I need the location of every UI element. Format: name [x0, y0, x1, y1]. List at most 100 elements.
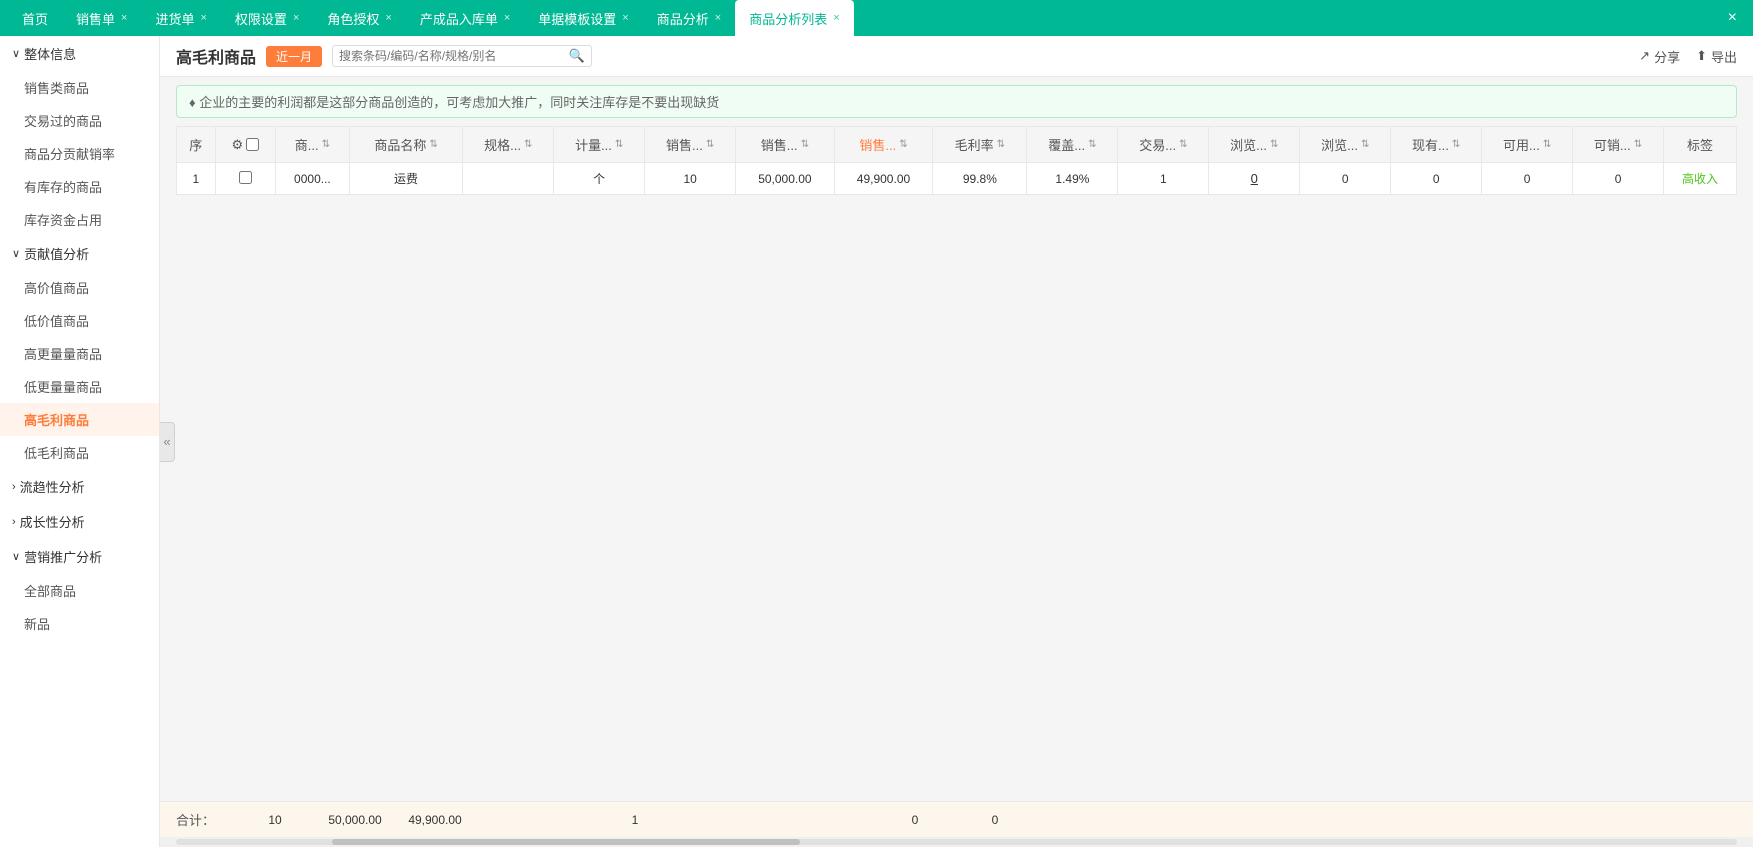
sidebar-item-all-goods[interactable]: 全部商品: [0, 574, 159, 607]
col-sale-qty[interactable]: 销售... ⇅: [645, 127, 736, 163]
sidebar-section-overall[interactable]: ∨ 整体信息: [0, 36, 159, 71]
tab-analysis[interactable]: 商品分析 ×: [643, 0, 735, 36]
col-trade-days[interactable]: 交易... ⇅: [1118, 127, 1209, 163]
sort-icon-spec: ⇅: [524, 139, 532, 150]
tab-product-in-close[interactable]: ×: [504, 12, 510, 24]
col-unit-label: 计量...: [575, 135, 612, 154]
sidebar-item-in-stock[interactable]: 有库存的商品: [0, 170, 159, 203]
export-label: 导出: [1711, 47, 1737, 66]
share-label: 分享: [1654, 47, 1680, 66]
col-sale-amt[interactable]: 销售... ⇅: [736, 127, 835, 163]
search-box: 🔍: [332, 45, 592, 67]
share-button[interactable]: ↗ 分享: [1639, 47, 1680, 66]
sidebar-item-low-freq[interactable]: 低更量量商品: [0, 370, 159, 403]
col-browse1[interactable]: 浏览... ⇅: [1209, 127, 1300, 163]
col-code[interactable]: 商... ⇅: [276, 127, 350, 163]
sidebar-item-stock-capital[interactable]: 库存资金占用: [0, 203, 159, 236]
tab-product-in[interactable]: 产成品入库单 ×: [406, 0, 524, 36]
sidebar-section-contribution[interactable]: ∨ 贡献值分析: [0, 236, 159, 271]
tab-permission[interactable]: 权限设置 ×: [221, 0, 313, 36]
row-checkbox[interactable]: [239, 171, 252, 184]
scrollbar-track: [176, 839, 1737, 845]
tab-sales[interactable]: 销售单 ×: [62, 0, 141, 36]
col-browse2-label: 浏览...: [1321, 135, 1358, 154]
tab-purchase-close[interactable]: ×: [200, 12, 206, 24]
col-gross-rate[interactable]: 毛利率 ⇅: [933, 127, 1027, 163]
col-avail-stock-label: 可用...: [1503, 135, 1540, 154]
sidebar-item-sale-goods[interactable]: 销售类商品: [0, 71, 159, 104]
sidebar-item-low-margin[interactable]: 低毛利商品: [0, 436, 159, 469]
chevron-right-icon-2: ›: [12, 516, 16, 528]
col-coverage[interactable]: 覆盖... ⇅: [1027, 127, 1118, 163]
col-trade-days-label: 交易...: [1139, 135, 1176, 154]
sort-icon-code: ⇅: [322, 139, 330, 150]
col-coverage-label: 覆盖...: [1048, 135, 1085, 154]
export-button[interactable]: ⬆ 导出: [1696, 47, 1737, 66]
col-browse1-label: 浏览...: [1230, 135, 1267, 154]
sidebar-section-overall-label: 整体信息: [24, 44, 76, 63]
chevron-right-icon: ›: [12, 481, 16, 493]
sort-icon-sale-amt: ⇅: [801, 139, 809, 150]
footer-sale-profit: 49,900.00: [395, 813, 475, 827]
sidebar-section-flow[interactable]: › 流趋性分析: [0, 469, 159, 504]
sidebar-item-new-goods[interactable]: 新品: [0, 607, 159, 640]
sidebar-item-high-freq[interactable]: 高更量量商品: [0, 337, 159, 370]
tab-permission-close[interactable]: ×: [293, 12, 299, 24]
sidebar-section-marketing[interactable]: ∨ 营销推广分析: [0, 539, 159, 574]
col-sale-profit[interactable]: 销售... ⇅: [834, 127, 933, 163]
tab-sales-close[interactable]: ×: [121, 12, 127, 24]
col-code-label: 商...: [295, 135, 319, 154]
date-filter-button[interactable]: 近一月: [266, 46, 322, 67]
sidebar-item-low-value[interactable]: 低价值商品: [0, 304, 159, 337]
tab-purchase[interactable]: 进货单 ×: [141, 0, 220, 36]
tab-home[interactable]: 首页: [8, 0, 62, 36]
tab-analysis-list[interactable]: 商品分析列表 ×: [735, 0, 853, 36]
horizontal-scrollbar[interactable]: [160, 837, 1753, 847]
cell-name: 运费: [349, 163, 462, 195]
col-unit[interactable]: 计量... ⇅: [554, 127, 645, 163]
sidebar-section-growth[interactable]: › 成长性分析: [0, 504, 159, 539]
tab-role-close[interactable]: ×: [385, 12, 391, 24]
sidebar-collapse-button[interactable]: «: [160, 422, 175, 462]
footer-current-stock: 0: [875, 813, 955, 827]
select-all-checkbox[interactable]: [246, 138, 259, 151]
col-checkbox: ⚙: [215, 127, 275, 163]
cell-sale-amt: 50,000.00: [736, 163, 835, 195]
col-avail-stock[interactable]: 可用... ⇅: [1482, 127, 1573, 163]
tab-template[interactable]: 单据模板设置 ×: [524, 0, 642, 36]
data-table: 序 ⚙ 商... ⇅: [176, 126, 1737, 195]
sidebar-item-high-margin[interactable]: 高毛利商品: [0, 403, 159, 436]
tab-role[interactable]: 角色授权 ×: [313, 0, 405, 36]
table-row: 1 0000... 运费 个 10 50,000.00 49,900.00 99…: [177, 163, 1737, 195]
window-close-button[interactable]: ×: [1720, 9, 1745, 27]
info-text: ♦ 企业的主要的利润都是这部分商品创造的，可考虑加大推广，同时关注库存是不要出现…: [189, 92, 719, 111]
tab-analysis-list-close[interactable]: ×: [833, 12, 839, 24]
search-icon[interactable]: 🔍: [569, 48, 585, 64]
sort-icon-unit: ⇅: [615, 139, 623, 150]
cell-unit: 个: [554, 163, 645, 195]
search-input[interactable]: [339, 49, 565, 63]
sidebar-item-traded-goods[interactable]: 交易过的商品: [0, 104, 159, 137]
sidebar-section-growth-label: 成长性分析: [20, 512, 85, 531]
tab-template-close[interactable]: ×: [622, 12, 628, 24]
sidebar-item-contribution[interactable]: 商品分贡献销率: [0, 137, 159, 170]
sort-icon-current-stock: ⇅: [1452, 139, 1460, 150]
footer-bar: 合计： 10 50,000.00 49,900.00 1 0 0: [160, 801, 1753, 837]
tab-purchase-label: 进货单: [155, 9, 194, 28]
col-name[interactable]: 商品名称 ⇅: [349, 127, 462, 163]
scrollbar-thumb[interactable]: [332, 839, 800, 845]
double-left-arrow-icon: «: [163, 434, 170, 449]
sidebar-item-high-value[interactable]: 高价值商品: [0, 271, 159, 304]
sort-icon-trade-days: ⇅: [1179, 139, 1187, 150]
col-spec[interactable]: 规格... ⇅: [463, 127, 554, 163]
content-area: « 高毛利商品 近一月 🔍 ↗ 分享 ⬆ 导出 ♦ 企业: [160, 36, 1753, 847]
table-container: 序 ⚙ 商... ⇅: [160, 126, 1753, 801]
sort-icon-avail-stock: ⇅: [1543, 139, 1551, 150]
cell-browse1[interactable]: 0: [1209, 163, 1300, 195]
col-sale-stock[interactable]: 可销... ⇅: [1573, 127, 1664, 163]
sort-icon-sale-stock: ⇅: [1634, 139, 1642, 150]
col-current-stock[interactable]: 现有... ⇅: [1391, 127, 1482, 163]
col-browse2[interactable]: 浏览... ⇅: [1300, 127, 1391, 163]
settings-icon[interactable]: ⚙: [231, 137, 243, 153]
tab-analysis-close[interactable]: ×: [715, 12, 721, 24]
